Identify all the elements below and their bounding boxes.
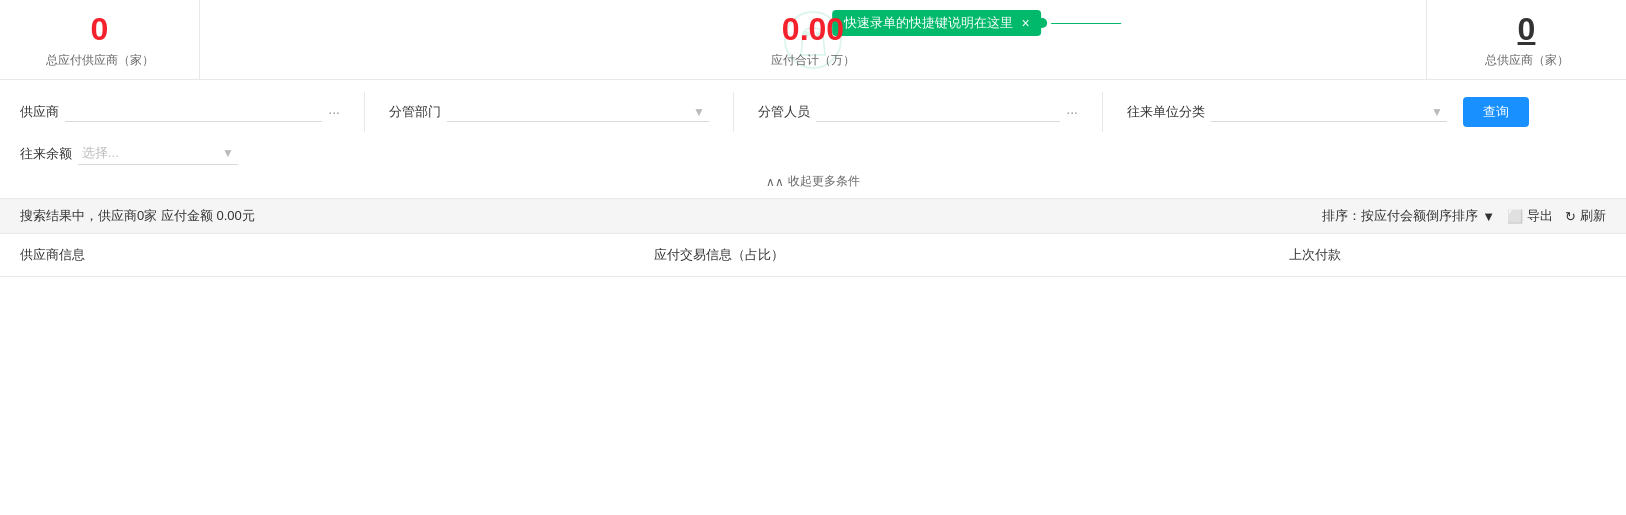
filter-bar: 供应商 ··· 分管部门 ▼ 分管人员 ··· 往来单位分类 ▼ bbox=[0, 80, 1626, 199]
result-bar: 搜索结果中，供应商0家 应付金额 0.00元 排序：按应付会额倒序排序 ▼ ⬜ … bbox=[0, 199, 1626, 234]
stat-total-payable: 0 总应付供应商（家） bbox=[0, 0, 200, 79]
sort-select[interactable]: 排序：按应付会额倒序排序 ▼ bbox=[1322, 207, 1495, 225]
stat-payable-label: 总应付供应商（家） bbox=[46, 52, 154, 69]
table-col-supplier-info: 供应商信息 bbox=[20, 246, 654, 264]
filter-dept: 分管部门 ▼ bbox=[389, 103, 709, 122]
filter-supplier-label: 供应商 bbox=[20, 103, 59, 121]
export-btn[interactable]: ⬜ 导出 bbox=[1507, 207, 1553, 225]
stat-payable-total: 0.00 应付合计（万） bbox=[713, 0, 913, 79]
balance-chevron-icon: ▼ bbox=[222, 146, 234, 160]
stats-bar: 0 总应付供应商（家） 快速录单的快捷键说明在这里 × 0 总供应商（家） 0.… bbox=[0, 0, 1626, 80]
refresh-label: 刷新 bbox=[1580, 207, 1606, 225]
query-button[interactable]: 查询 bbox=[1463, 97, 1529, 127]
tooltip-line bbox=[1052, 23, 1122, 24]
tooltip-close-btn[interactable]: × bbox=[1021, 16, 1029, 30]
export-label: 导出 bbox=[1527, 207, 1553, 225]
table-col-payable-info: 应付交易信息（占比） bbox=[654, 246, 1288, 264]
dept-select[interactable]: ▼ bbox=[447, 103, 709, 122]
filter-balance: 往来余额 选择... ▼ bbox=[20, 142, 340, 165]
collapse-label: 收起更多条件 bbox=[788, 173, 860, 190]
result-info: 搜索结果中，供应商0家 应付金额 0.00元 bbox=[20, 207, 255, 225]
filter-unit-class-label: 往来单位分类 bbox=[1127, 103, 1205, 121]
filter-person-label: 分管人员 bbox=[758, 103, 810, 121]
refresh-icon: ↻ bbox=[1565, 209, 1576, 224]
unit-class-chevron-icon: ▼ bbox=[1431, 105, 1443, 119]
divider-1 bbox=[364, 92, 365, 132]
tooltip-dot bbox=[1038, 18, 1048, 28]
balance-placeholder: 选择... bbox=[82, 144, 222, 162]
result-actions: 排序：按应付会额倒序排序 ▼ ⬜ 导出 ↻ 刷新 bbox=[1322, 207, 1606, 225]
divider-2 bbox=[733, 92, 734, 132]
supplier-input[interactable] bbox=[65, 102, 322, 122]
sort-chevron-icon: ▼ bbox=[1482, 209, 1495, 224]
dept-chevron-icon: ▼ bbox=[693, 105, 705, 119]
filter-balance-label: 往来余额 bbox=[20, 145, 72, 163]
filter-dept-label: 分管部门 bbox=[389, 103, 441, 121]
table-header: 供应商信息 应付交易信息（占比） 上次付款 bbox=[0, 234, 1626, 277]
filter-person: 分管人员 ··· bbox=[758, 102, 1078, 122]
filter-unit-class: 往来单位分类 ▼ bbox=[1127, 103, 1447, 122]
filter-row-2: 往来余额 选择... ▼ bbox=[20, 142, 1606, 165]
stat-total-suppliers: 0 总供应商（家） bbox=[1426, 0, 1626, 79]
collapse-btn[interactable]: ∧∧ 收起更多条件 bbox=[766, 173, 860, 190]
stat-suppliers-number: 0 bbox=[1518, 10, 1536, 48]
table-col-last-payment: 上次付款 bbox=[1289, 246, 1606, 264]
supplier-dots-btn[interactable]: ··· bbox=[328, 104, 340, 120]
stat-suppliers-label: 总供应商（家） bbox=[1485, 52, 1569, 69]
refresh-btn[interactable]: ↻ 刷新 bbox=[1565, 207, 1606, 225]
table-body bbox=[0, 277, 1626, 515]
person-dots-btn[interactable]: ··· bbox=[1066, 104, 1078, 120]
balance-select[interactable]: 选择... ▼ bbox=[78, 142, 238, 165]
filter-supplier: 供应商 ··· bbox=[20, 102, 340, 122]
stat-payable-total-number: 0.00 bbox=[782, 10, 844, 48]
export-icon: ⬜ bbox=[1507, 209, 1523, 224]
stat-payable-number: 0 bbox=[91, 10, 109, 48]
unit-class-select[interactable]: ▼ bbox=[1211, 103, 1447, 122]
person-input[interactable] bbox=[816, 102, 1060, 122]
divider-3 bbox=[1102, 92, 1103, 132]
filter-row-1: 供应商 ··· 分管部门 ▼ 分管人员 ··· 往来单位分类 ▼ bbox=[20, 92, 1606, 132]
stat-payable-total-label: 应付合计（万） bbox=[771, 52, 855, 69]
collapse-up-icon: ∧∧ bbox=[766, 175, 784, 189]
sort-label: 排序：按应付会额倒序排序 bbox=[1322, 207, 1478, 225]
